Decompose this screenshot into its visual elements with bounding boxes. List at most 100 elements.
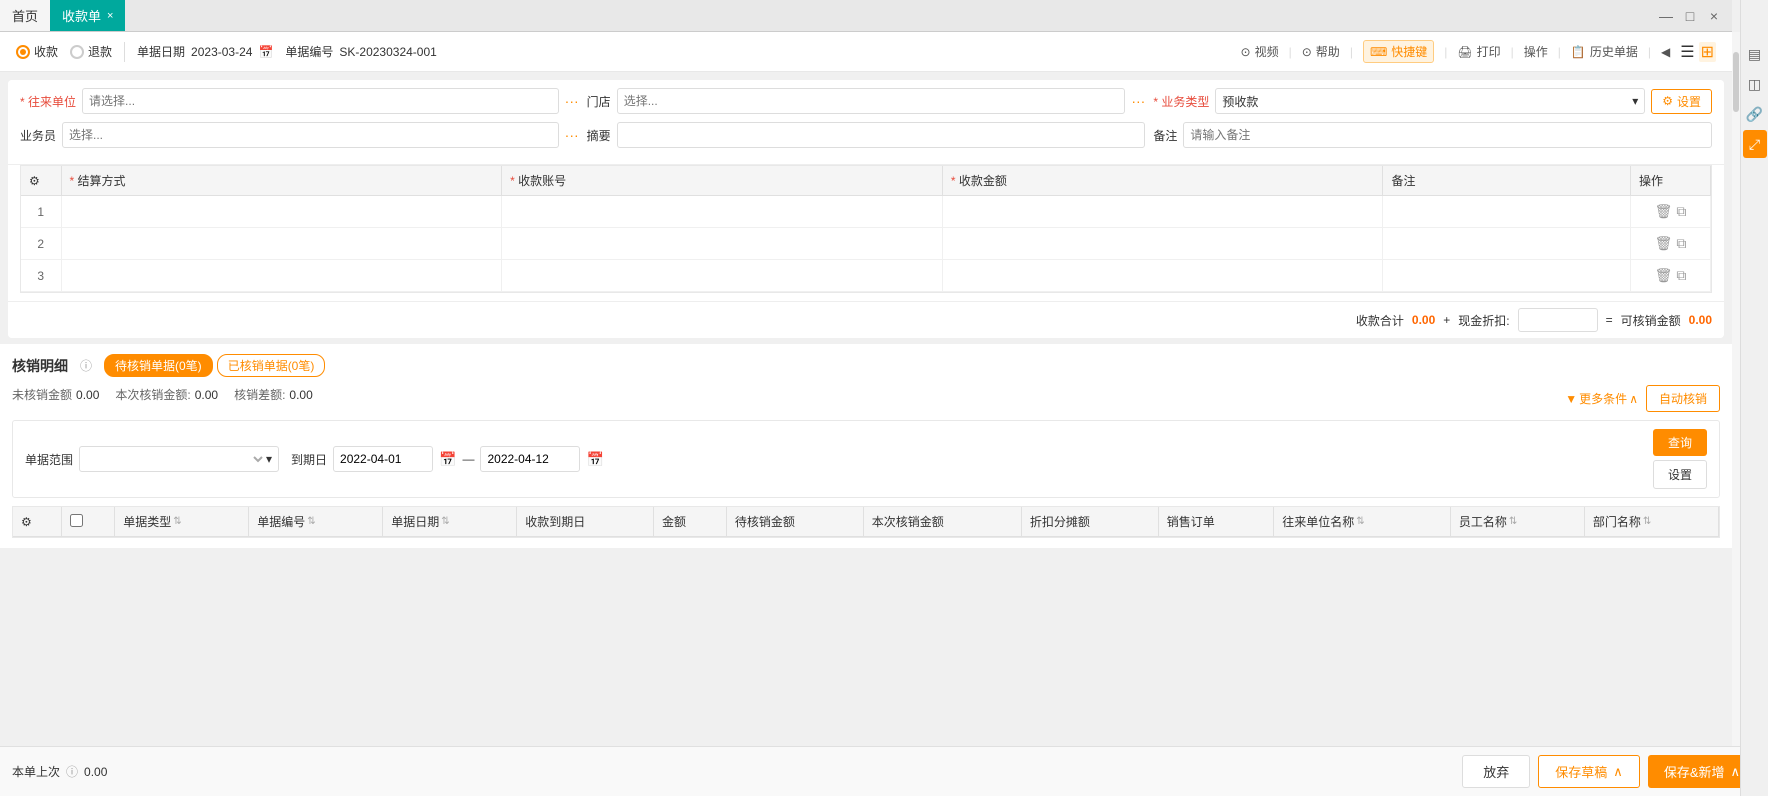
main-form: * 往来单位 ··· 门店 ··· * 业务类型 预收款 ▾ ⚙ 设置 (8, 80, 1724, 338)
row-settlement-1[interactable] (61, 196, 502, 228)
refund-radio[interactable]: 退款 (70, 43, 112, 60)
receipt-radio[interactable]: 收款 (16, 43, 58, 60)
save-new-button[interactable]: 保存&新增 ∧ (1648, 755, 1732, 788)
bcol-amount: 金额 (654, 507, 727, 537)
summary-input[interactable] (617, 122, 1146, 148)
sort-type-icon: ⇅ (173, 516, 181, 527)
verify-tabs: 待核销单据(0笔) 已核销单据(0笔) (104, 354, 325, 377)
staff-more-icon[interactable]: ··· (565, 127, 579, 143)
store-input[interactable] (617, 88, 1126, 114)
row-copy-3[interactable]: ⧉ (1676, 267, 1686, 284)
discount-input[interactable] (1518, 308, 1598, 332)
row-delete-1[interactable]: 🗑 (1655, 203, 1673, 220)
row-delete-2[interactable]: 🗑 (1655, 235, 1673, 252)
number-value: SK-20230324-001 (339, 45, 436, 59)
row-copy-1[interactable]: ⧉ (1676, 203, 1686, 220)
row-no-1: 1 (21, 196, 61, 228)
row-remark-2[interactable] (1383, 228, 1631, 260)
cal-from-icon[interactable]: 📅 (439, 451, 456, 468)
settings-button[interactable]: ⚙ 设置 (1651, 89, 1712, 114)
summary-field: 摘要 (587, 122, 1146, 148)
bcol-settings[interactable]: ⚙ (13, 507, 61, 537)
col-settings[interactable]: ⚙ (21, 166, 61, 196)
biz-type-select[interactable]: 预收款 ▾ (1215, 88, 1645, 114)
discard-button[interactable]: 放弃 (1462, 755, 1530, 788)
unchecked-stat: 未核销金额 0.00 (12, 386, 99, 403)
date-from-input[interactable] (333, 446, 433, 472)
sidebar-icon-table[interactable]: ▤ (1743, 40, 1767, 68)
history-action[interactable]: 📋 历史单据 (1571, 43, 1638, 60)
remark-input[interactable] (1183, 122, 1712, 148)
sidebar-icon-link[interactable]: 🔗 (1743, 100, 1767, 128)
row-account-3[interactable] (502, 260, 943, 292)
query-button[interactable]: 查询 (1653, 429, 1707, 456)
row-settlement-3[interactable] (61, 260, 502, 292)
store-field: 门店 ··· (587, 88, 1146, 114)
close-button[interactable]: × (1706, 8, 1722, 24)
staff-input[interactable] (62, 122, 559, 148)
row-settlement-2[interactable] (61, 228, 502, 260)
range-select-wrapper[interactable]: ▾ (79, 446, 279, 472)
footer-value: 0.00 (84, 765, 107, 779)
row-amount-1[interactable] (942, 196, 1383, 228)
counterpart-input[interactable] (82, 88, 559, 114)
available-value: 0.00 (1689, 313, 1712, 327)
print-label: 打印 (1477, 43, 1501, 60)
row-account-2[interactable] (502, 228, 943, 260)
data-table: ⚙ 结算方式 收款账号 收款金额 备注 操作 1 � (21, 166, 1711, 292)
select-all-checkbox[interactable] (70, 514, 83, 527)
bcol-staff: 员工名称⇅ (1450, 507, 1584, 537)
minimize-button[interactable]: — (1658, 8, 1674, 24)
tab-home[interactable]: 首页 (0, 0, 50, 31)
list-view-icon[interactable]: ☰ (1680, 42, 1694, 62)
sort-counterpart-icon: ⇅ (1356, 516, 1364, 527)
operation-action[interactable]: 操作 (1524, 43, 1548, 60)
print-action[interactable]: 🖨 打印 (1457, 43, 1500, 60)
save-draft-button[interactable]: 保存草稿 ∧ (1538, 755, 1640, 788)
video-action[interactable]: ⊙ 视频 (1241, 43, 1279, 60)
auto-verify-button[interactable]: 自动核销 (1646, 385, 1720, 412)
footer-actions: 放弃 保存草稿 ∧ 保存&新增 ∧ (1462, 755, 1732, 788)
tab-pending-verify[interactable]: 待核销单据(0笔) (104, 354, 213, 377)
date-value: 2023-03-24 (191, 45, 252, 59)
row-amount-2[interactable] (942, 228, 1383, 260)
date-to-input[interactable] (480, 446, 580, 472)
bcol-discount: 折扣分摊额 (1021, 507, 1158, 537)
grid-view-icon[interactable]: ⊞ (1699, 42, 1716, 62)
bcol-checkbox[interactable] (61, 507, 114, 537)
remark-field: 备注 (1153, 122, 1712, 148)
row-remark-1[interactable] (1383, 196, 1631, 228)
tab-receipt[interactable]: 收款单 × (50, 0, 125, 31)
biz-type-label: * 业务类型 (1153, 93, 1209, 110)
counterpart-more-icon[interactable]: ··· (565, 93, 579, 109)
row-copy-2[interactable]: ⧉ (1676, 235, 1686, 252)
shortcut-action[interactable]: ⌨ 快捷键 (1363, 40, 1434, 63)
operation-label: 操作 (1524, 43, 1548, 60)
help-action[interactable]: ⊙ 帮助 (1302, 43, 1340, 60)
sidebar-icon-panel[interactable]: ◫ (1743, 70, 1767, 98)
row-amount-3[interactable] (942, 260, 1383, 292)
sidebar-icon-expand[interactable]: ⤢ (1743, 130, 1767, 158)
row-remark-3[interactable] (1383, 260, 1631, 292)
calendar-icon[interactable]: 📅 (258, 45, 273, 59)
row-actions-1: 🗑 ⧉ (1631, 196, 1711, 228)
maximize-button[interactable]: □ (1682, 8, 1698, 24)
footer-info-icon[interactable]: ⓘ (66, 763, 78, 780)
scrollbar[interactable] (1732, 32, 1740, 796)
tab-done-verify[interactable]: 已核销单据(0笔) (217, 354, 326, 377)
staff-field: 业务员 ··· (20, 122, 579, 148)
verify-info-icon[interactable]: ⓘ (80, 357, 92, 374)
filter-settings-button[interactable]: 设置 (1653, 460, 1707, 489)
row-account-1[interactable] (502, 196, 943, 228)
row-delete-3[interactable]: 🗑 (1655, 267, 1673, 284)
more-conditions-btn[interactable]: ▼ 更多条件 ∧ (1565, 390, 1638, 407)
receipt-radio-label: 收款 (34, 43, 58, 60)
save-new-label: 保存&新增 (1664, 762, 1725, 781)
footer-last-label: 本单上次 (12, 763, 60, 780)
tab-close-icon[interactable]: × (107, 10, 113, 22)
range-select[interactable] (86, 451, 266, 467)
store-more-icon[interactable]: ··· (1131, 93, 1145, 109)
scrollbar-thumb[interactable] (1733, 52, 1739, 112)
prev-action[interactable]: ◀ (1661, 45, 1670, 59)
cal-to-icon[interactable]: 📅 (586, 451, 603, 468)
